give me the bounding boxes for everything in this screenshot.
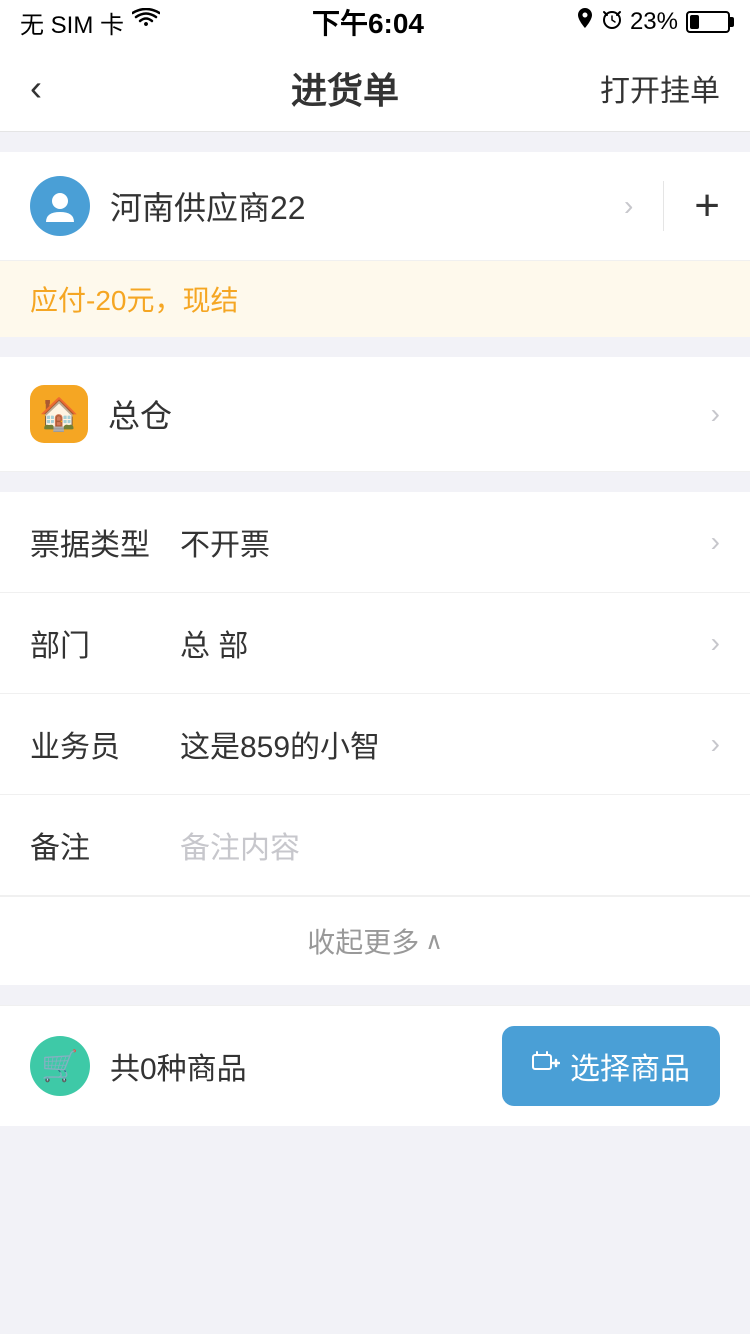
carrier-text: 无 SIM 卡 (20, 5, 124, 40)
supplier-name: 河南供应商22 (110, 183, 624, 229)
alarm-icon (602, 8, 622, 37)
collapse-label: 收起更多 (307, 921, 419, 961)
invoice-type-value: 不开票 (170, 520, 711, 564)
select-product-label: 选择商品 (570, 1044, 690, 1088)
select-product-button[interactable]: 选择商品 (502, 1026, 720, 1106)
alert-banner: 应付-20元，现结 (0, 261, 750, 337)
vertical-divider (663, 181, 664, 231)
add-supplier-button[interactable]: + (694, 184, 720, 228)
back-button[interactable]: ‹ (30, 67, 90, 109)
status-right: 23% (576, 8, 730, 37)
department-chevron-icon: › (711, 627, 720, 659)
supplier-actions: › + (624, 181, 720, 231)
location-icon (576, 8, 594, 37)
warehouse-name: 总仓 (108, 391, 711, 437)
collapse-row[interactable]: 收起更多 ∧ (0, 896, 750, 985)
top-divider (0, 132, 750, 152)
mid-divider-1 (0, 337, 750, 357)
invoice-type-label: 票据类型 (30, 520, 170, 564)
form-section: 票据类型 不开票 › 部门 总 部 › 业务员 这是859的小智 › 备注 备注… (0, 492, 750, 985)
battery-percent: 23% (630, 8, 678, 36)
remark-input[interactable]: 备注内容 (170, 823, 720, 867)
person-icon (42, 188, 78, 224)
supplier-avatar (30, 176, 90, 236)
collapse-arrow-icon: ∧ (425, 927, 443, 956)
warehouse-icon: 🏠 (39, 395, 79, 433)
remark-row[interactable]: 备注 备注内容 (0, 795, 750, 896)
salesperson-value: 这是859的小智 (170, 722, 711, 766)
supplier-section: 河南供应商22 › + 应付-20元，现结 (0, 152, 750, 337)
salesperson-row[interactable]: 业务员 这是859的小智 › (0, 694, 750, 795)
department-label: 部门 (30, 621, 170, 665)
product-icon-wrap: 🛒 (30, 1036, 90, 1096)
warehouse-section: 🏠 总仓 › (0, 357, 750, 472)
salesperson-chevron-icon: › (711, 728, 720, 760)
bottom-bar: 🛒 共0种商品 选择商品 (0, 1005, 750, 1126)
invoice-type-row[interactable]: 票据类型 不开票 › (0, 492, 750, 593)
open-pending-button[interactable]: 打开挂单 (600, 66, 720, 110)
supplier-row[interactable]: 河南供应商22 › + (0, 152, 750, 261)
supplier-chevron-icon: › (624, 190, 633, 222)
remark-label: 备注 (30, 823, 170, 867)
cart-icon: 🛒 (41, 1049, 78, 1084)
salesperson-label: 业务员 (30, 722, 170, 766)
product-count-label: 共0种商品 (110, 1044, 502, 1088)
invoice-type-chevron-icon: › (711, 526, 720, 558)
wifi-icon (132, 8, 160, 37)
mid-divider-2 (0, 472, 750, 492)
warehouse-chevron-icon: › (711, 398, 720, 430)
warehouse-icon-wrap: 🏠 (30, 385, 88, 443)
battery-icon (686, 11, 730, 33)
status-bar: 无 SIM 卡 下午6:04 23% (0, 0, 750, 44)
select-product-icon (532, 1050, 560, 1082)
department-value: 总 部 (170, 621, 711, 665)
warehouse-row[interactable]: 🏠 总仓 › (0, 357, 750, 472)
department-row[interactable]: 部门 总 部 › (0, 593, 750, 694)
status-left: 无 SIM 卡 (20, 5, 160, 40)
nav-bar: ‹ 进货单 打开挂单 (0, 44, 750, 132)
page-title: 进货单 (291, 62, 399, 114)
status-time: 下午6:04 (312, 2, 424, 42)
